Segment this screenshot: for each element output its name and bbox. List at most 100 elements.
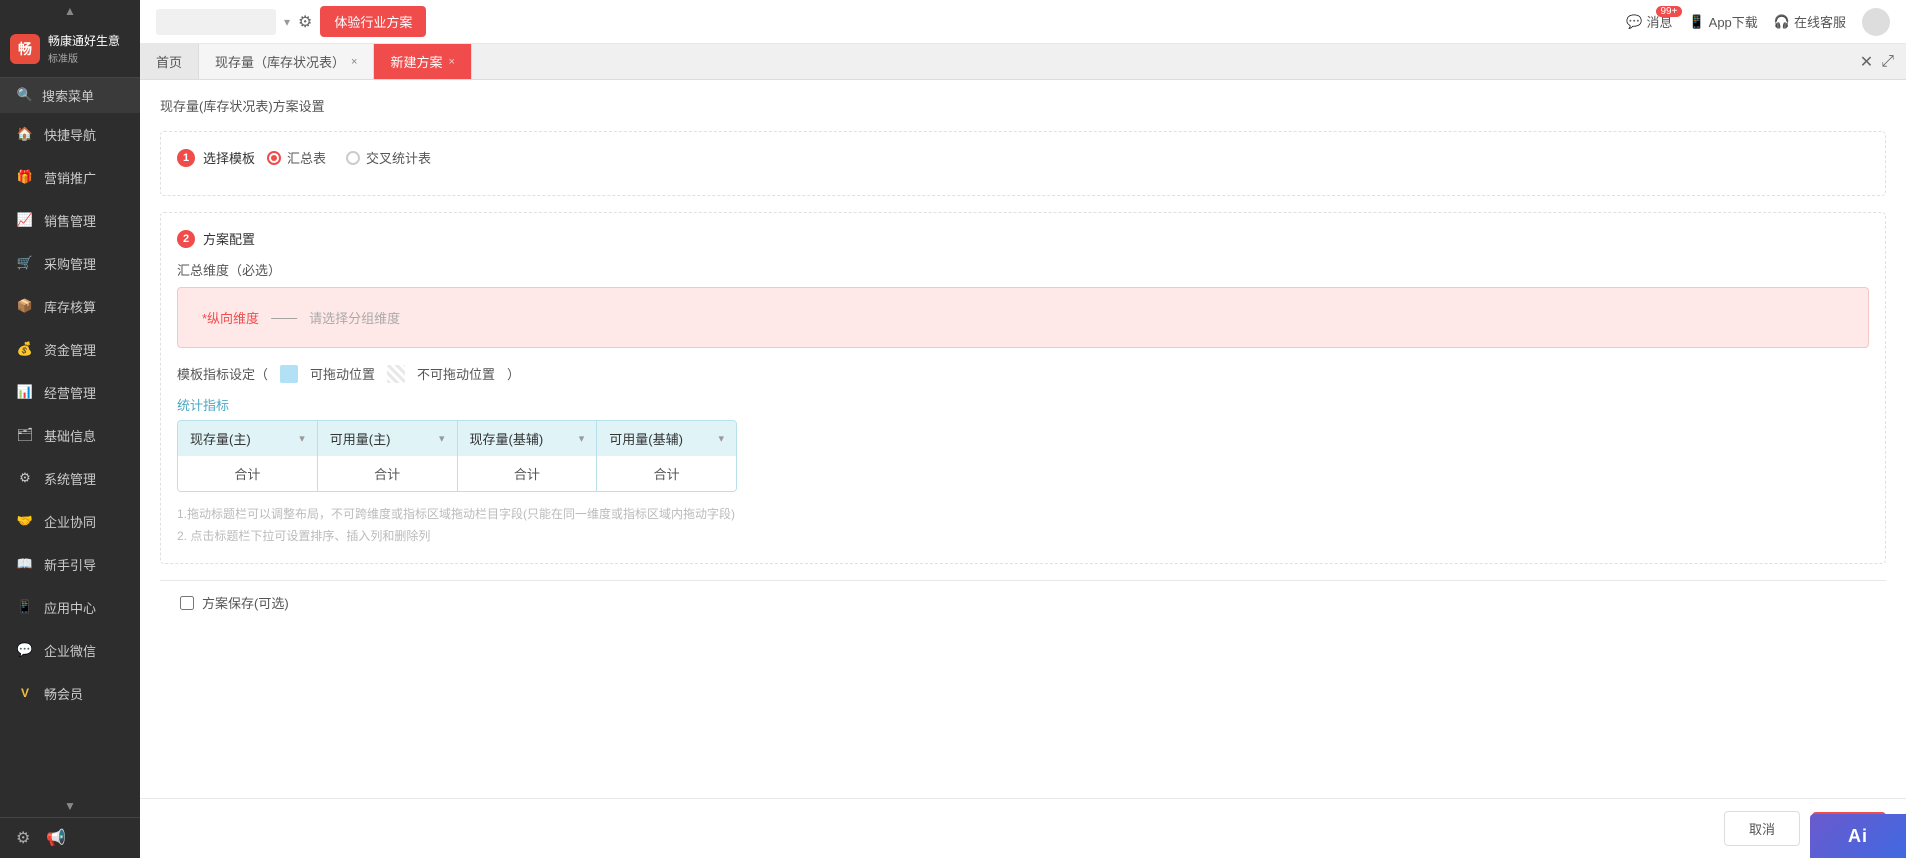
settings-icon[interactable]: ⚙ xyxy=(16,828,30,848)
sidebar-item-sales[interactable]: 📈 销售管理 xyxy=(0,199,140,242)
save-label: 方案保存(可选) xyxy=(202,593,289,612)
expand-tab-button[interactable]: ⤢ xyxy=(1881,53,1894,71)
radio-summary[interactable]: 汇总表 xyxy=(267,148,326,167)
indicator-row: 模板指标设定（ 可拖动位置 不可拖动位置 ） xyxy=(177,364,1869,383)
dimension-box: *纵向维度 —— 请选择分组维度 xyxy=(177,287,1869,348)
sidebar-item-app-center[interactable]: 📱 应用中心 xyxy=(0,586,140,629)
avatar[interactable] xyxy=(1862,8,1890,36)
service-button[interactable]: 🎧 在线客服 xyxy=(1774,12,1846,31)
sidebar-item-marketing[interactable]: 🎁 营销推广 xyxy=(0,156,140,199)
stats-table-body: 合计 合计 合计 合计 xyxy=(178,456,736,491)
tip-1: 1.拖动标题栏可以调整布局，不可跨维度或指标区域拖动栏目字段(只能在同一维度或指… xyxy=(177,504,1869,526)
tab-new-plan[interactable]: 新建方案 × xyxy=(374,44,471,79)
tabs-bar: 首页 现存量（库存状况表） × 新建方案 × ✕ ⤢ xyxy=(140,44,1906,80)
stats-col-chevron-3[interactable]: ▾ xyxy=(718,432,724,445)
cancel-button[interactable]: 取消 xyxy=(1724,811,1800,846)
ai-float-button[interactable]: Ai xyxy=(1810,814,1906,858)
save-checkbox[interactable] xyxy=(180,596,194,610)
stats-col-chevron-2[interactable]: ▾ xyxy=(579,432,585,445)
step2-badge: 2 xyxy=(177,230,195,248)
sales-icon: 📈 xyxy=(16,211,34,229)
sidebar-item-guide[interactable]: 📖 新手引导 xyxy=(0,543,140,586)
system-icon: ⚙ xyxy=(16,469,34,487)
sidebar-item-cooperation[interactable]: 🤝 企业协同 xyxy=(0,500,140,543)
stats-col-3: 可用量(基辅) ▾ xyxy=(597,421,736,456)
tab-actions: ✕ ⤢ xyxy=(1860,52,1906,72)
sound-icon[interactable]: 📢 xyxy=(46,828,66,848)
tips-section: 1.拖动标题栏可以调整布局，不可跨维度或指标区域拖动栏目字段(只能在同一维度或指… xyxy=(177,504,1869,547)
main-area: ▾ ⚙ 体验行业方案 💬 消息 99+ 📱 App下载 🎧 在线客服 首页 xyxy=(140,0,1906,858)
radio-cross[interactable]: 交叉统计表 xyxy=(346,148,431,167)
operations-icon: 📊 xyxy=(16,383,34,401)
sidebar: ▲ 畅 畅康通好生意 标准版 🔍 搜索菜单 🏠 快捷导航 🎁 营销推广 📈 销售… xyxy=(0,0,140,858)
topbar-right: 💬 消息 99+ 📱 App下载 🎧 在线客服 xyxy=(1626,8,1890,36)
sidebar-item-operations[interactable]: 📊 经营管理 xyxy=(0,371,140,414)
messages-badge: 99+ xyxy=(1656,6,1683,17)
app-download-button[interactable]: 📱 App下载 xyxy=(1688,12,1757,31)
stats-col-chevron-0[interactable]: ▾ xyxy=(299,432,305,445)
radio-cross-label: 交叉统计表 xyxy=(366,148,431,167)
sidebar-item-finance[interactable]: 💰 资金管理 xyxy=(0,328,140,371)
topbar-search-input[interactable] xyxy=(156,9,276,35)
stats-col-label-1: 可用量(主) xyxy=(330,429,391,448)
stats-col-chevron-1[interactable]: ▾ xyxy=(439,432,445,445)
sidebar-item-label: 畅会员 xyxy=(44,684,83,703)
tab-new-plan-close-icon[interactable]: × xyxy=(448,56,454,68)
trial-button[interactable]: 体验行业方案 xyxy=(320,6,426,37)
inventory-icon: 📦 xyxy=(16,297,34,315)
sidebar-item-label: 系统管理 xyxy=(44,469,96,488)
sidebar-item-label: 资金管理 xyxy=(44,340,96,359)
vip-icon: V xyxy=(16,684,34,702)
dimension-placeholder[interactable]: 请选择分组维度 xyxy=(309,308,400,327)
tab-inventory-label: 现存量（库存状况表） xyxy=(215,52,345,71)
indicator-label: 模板指标设定（ xyxy=(177,364,268,383)
basic-info-icon: 🗂 xyxy=(16,426,34,444)
action-bar: 取消 查询 xyxy=(140,798,1906,858)
stats-col-label-3: 可用量(基辅) xyxy=(609,429,683,448)
tab-inventory-status[interactable]: 现存量（库存状况表） × xyxy=(199,44,374,79)
tab-inventory-close-icon[interactable]: × xyxy=(351,56,357,68)
guide-icon: 📖 xyxy=(16,555,34,573)
finance-icon: 💰 xyxy=(16,340,34,358)
step2-section: 2 方案配置 汇总维度（必选） *纵向维度 —— 请选择分组维度 模板指标设定（… xyxy=(160,212,1886,564)
stats-table-header: 现存量(主) ▾ 可用量(主) ▾ 现存量(基辅) ▾ 可用量(基辅) xyxy=(178,421,736,456)
sidebar-item-system[interactable]: ⚙ 系统管理 xyxy=(0,457,140,500)
indicator-suffix: ） xyxy=(507,364,520,383)
sidebar-item-basic-info[interactable]: 🗂 基础信息 xyxy=(0,414,140,457)
sidebar-item-label: 新手引导 xyxy=(44,555,96,574)
sidebar-item-vip[interactable]: V 畅会员 xyxy=(0,672,140,715)
stats-cell-2: 合计 xyxy=(458,456,598,491)
template-radio-group: 汇总表 交叉统计表 xyxy=(267,148,431,167)
sidebar-item-label: 企业微信 xyxy=(44,641,96,660)
sidebar-scroll-up[interactable]: ▲ xyxy=(0,0,140,22)
app-center-icon: 📱 xyxy=(16,598,34,616)
logo-icon: 畅 xyxy=(10,34,40,64)
step1-header: 1 选择模板 汇总表 交叉统计表 xyxy=(177,148,1869,167)
topbar-gear-icon[interactable]: ⚙ xyxy=(298,12,312,32)
sidebar-nav: 🏠 快捷导航 🎁 营销推广 📈 销售管理 🛒 采购管理 📦 库存核算 💰 资金管… xyxy=(0,113,140,795)
radio-summary-circle xyxy=(267,151,281,165)
messages-button[interactable]: 💬 消息 99+ xyxy=(1626,12,1672,31)
step1-badge: 1 xyxy=(177,149,195,167)
fixed-indicator xyxy=(387,365,405,383)
sidebar-item-quick-nav[interactable]: 🏠 快捷导航 xyxy=(0,113,140,156)
sidebar-item-inventory[interactable]: 📦 库存核算 xyxy=(0,285,140,328)
cooperation-icon: 🤝 xyxy=(16,512,34,530)
stats-col-label-2: 现存量(基辅) xyxy=(470,429,544,448)
tab-home-label: 首页 xyxy=(156,52,182,71)
stats-col-label-0: 现存量(主) xyxy=(190,429,251,448)
tip-2: 2. 点击标题栏下拉可设置排序、插入列和删除列 xyxy=(177,526,1869,548)
sidebar-item-wechat[interactable]: 💬 企业微信 xyxy=(0,629,140,672)
tab-home[interactable]: 首页 xyxy=(140,44,199,79)
sidebar-item-purchase[interactable]: 🛒 采购管理 xyxy=(0,242,140,285)
app-logo: 畅 畅康通好生意 标准版 xyxy=(0,22,140,78)
sidebar-item-label: 基础信息 xyxy=(44,426,96,445)
sidebar-item-label: 快捷导航 xyxy=(44,125,96,144)
sidebar-item-search-menu[interactable]: 🔍 搜索菜单 xyxy=(0,78,140,113)
sidebar-scroll-down[interactable]: ▼ xyxy=(0,795,140,817)
stats-cell-3: 合计 xyxy=(597,456,736,491)
content-area: 现存量(库存状况表)方案设置 1 选择模板 汇总表 交叉统计表 xyxy=(140,80,1906,798)
topbar-chevron-icon[interactable]: ▾ xyxy=(284,15,290,29)
step2-header: 2 方案配置 xyxy=(177,229,1869,248)
close-tab-button[interactable]: ✕ xyxy=(1860,52,1873,72)
